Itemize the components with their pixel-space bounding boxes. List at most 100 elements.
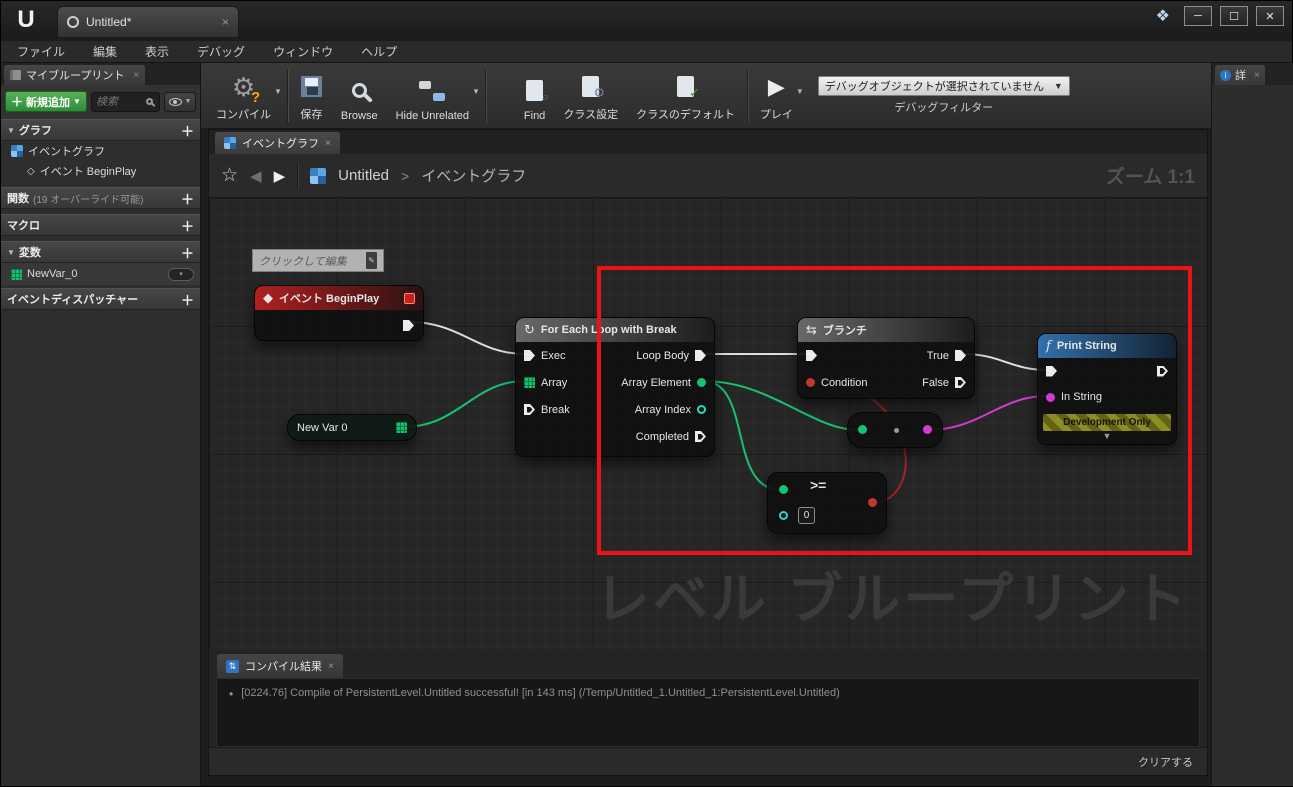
plus-icon: ＋	[11, 95, 24, 109]
tree-item-begin-play[interactable]: ◇ イベント BeginPlay	[1, 161, 200, 181]
maximize-button[interactable]: ☐	[1220, 6, 1248, 26]
add-new-button[interactable]: ＋ 新規追加 ▼	[5, 91, 87, 112]
compile-log[interactable]: • [0224.76] Compile of PersistentLevel.U…	[216, 678, 1200, 747]
my-blueprint-tab[interactable]: マイブループリント ×	[4, 65, 146, 85]
highlight-rectangle	[597, 266, 1192, 555]
nav-forward-icon[interactable]: ▶	[274, 167, 286, 185]
blueprint-toolbar: ⚙? コンパイル ▼ 保存 Browse Hide Unrelated ▼ ⌕ …	[201, 63, 1211, 129]
book-icon	[10, 70, 21, 80]
array-output-pin[interactable]	[396, 422, 407, 433]
graph-document: イベントグラフ × ☆ ◀ ▶ Untitled > イベントグラフ ズーム 1…	[208, 129, 1208, 776]
chevron-down-icon: ▼	[184, 98, 192, 105]
tree-item-event-graph[interactable]: イベントグラフ	[1, 141, 200, 161]
comment-edit-box[interactable]: クリックして編集 ✎	[252, 249, 384, 272]
add-variable-icon[interactable]: ＋	[181, 243, 194, 262]
loop-icon: ↻	[524, 322, 535, 337]
functions-override-hint: (19 オーバーライド可能)	[33, 194, 144, 206]
menu-item-help[interactable]: ヘルプ	[361, 43, 397, 60]
add-function-icon[interactable]: ＋	[181, 189, 194, 208]
exec-output-pin[interactable]	[403, 320, 414, 331]
separator	[297, 162, 299, 189]
section-graphs[interactable]: ▼ グラフ ＋	[1, 119, 200, 141]
nav-back-icon[interactable]: ◀	[250, 167, 262, 185]
visibility-filter-button[interactable]: ▼	[164, 91, 196, 112]
search-input[interactable]	[95, 95, 146, 108]
collapse-caret-icon[interactable]: ▼	[7, 248, 15, 257]
compile-button[interactable]: ⚙? コンパイル	[207, 67, 280, 125]
array-input-pin[interactable]	[524, 377, 535, 388]
minimize-button[interactable]: ─	[1184, 6, 1212, 26]
section-functions-label: 関数	[7, 193, 29, 205]
section-macros-label: マクロ	[7, 220, 40, 232]
menu-item-debug[interactable]: デバッグ	[197, 43, 245, 60]
class-defaults-icon: ✓	[676, 76, 700, 100]
tab-close-icon[interactable]: ×	[325, 138, 331, 149]
collapse-caret-icon[interactable]: ▼	[7, 126, 15, 135]
blueprint-search[interactable]	[90, 91, 160, 112]
compile-results-tab-row: ⇅ コンパイル結果 ×	[209, 650, 1207, 678]
add-graph-icon[interactable]: ＋	[181, 121, 194, 140]
menu-item-window[interactable]: ウィンドウ	[273, 43, 333, 60]
notification-icon[interactable]: ❖	[1156, 6, 1170, 26]
panel-close-icon[interactable]: ×	[133, 70, 139, 81]
event-diamond-icon: ◇	[27, 165, 35, 177]
section-functions[interactable]: 関数 (19 オーバーライド可能) ＋	[1, 187, 200, 209]
menu-item-file[interactable]: ファイル	[17, 43, 65, 60]
add-dispatcher-icon[interactable]: ＋	[181, 290, 194, 309]
node-get-newvar[interactable]: New Var 0	[287, 414, 417, 441]
tab-close-icon[interactable]: ×	[222, 15, 229, 29]
add-macro-icon[interactable]: ＋	[181, 216, 194, 235]
event-graph-label: イベントグラフ	[28, 146, 105, 158]
tree-item-newvar[interactable]: NewVar_0 ▾	[1, 263, 200, 285]
hide-unrelated-button[interactable]: Hide Unrelated	[387, 67, 478, 125]
compile-results-tab-label: コンパイル結果	[245, 661, 322, 673]
compile-results-tab[interactable]: ⇅ コンパイル結果 ×	[217, 654, 343, 678]
info-circle-icon: i	[1220, 69, 1231, 81]
details-close-icon[interactable]: ×	[1254, 70, 1260, 81]
newvar-label: NewVar_0	[27, 268, 78, 280]
menu-item-edit[interactable]: 編集	[93, 43, 117, 60]
tab-close-icon[interactable]: ×	[328, 661, 334, 672]
breadcrumb-leaf[interactable]: イベントグラフ	[421, 165, 526, 186]
title-bar: U Untitled* × ❖ ─ ☐ ✕	[1, 1, 1292, 41]
graph-icon	[11, 145, 23, 157]
my-blueprint-panel: マイブループリント × ＋ 新規追加 ▼ ▼ ▼ グラフ ＋	[1, 63, 201, 786]
class-settings-label: クラス設定	[563, 108, 619, 121]
event-graph-canvas[interactable]: レベル ブループリント クリックして編集 ✎ ◆ イベント BeginPlay …	[209, 198, 1207, 650]
exec-input-pin[interactable]	[524, 350, 535, 361]
section-macros[interactable]: マクロ ＋	[1, 214, 200, 236]
favorite-star-icon[interactable]: ☆	[221, 164, 238, 187]
clear-log-button[interactable]: クリアする	[1138, 754, 1193, 770]
class-defaults-button[interactable]: ✓ クラスのデフォルト	[627, 67, 744, 125]
blueprint-icon	[310, 167, 327, 184]
variable-default-pill[interactable]: ▾	[168, 267, 194, 281]
find-button[interactable]: ⌕ Find	[515, 67, 554, 125]
window-document-tab[interactable]: Untitled* ×	[57, 6, 239, 37]
breadcrumb-root[interactable]: Untitled	[338, 167, 389, 184]
section-event-dispatchers[interactable]: イベントディスパッチャー ＋	[1, 288, 200, 310]
node-event-beginplay[interactable]: ◆ イベント BeginPlay	[254, 285, 424, 341]
class-settings-button[interactable]: ⚙ クラス設定	[554, 67, 627, 125]
debug-object-select[interactable]: デバッグオブジェクトが選択されていません ▼	[817, 76, 1070, 96]
play-button[interactable]: ▶ プレイ	[751, 67, 802, 125]
close-button[interactable]: ✕	[1256, 6, 1284, 26]
save-label: 保存	[300, 108, 323, 121]
details-tab[interactable]: i 詳 ×	[1215, 65, 1265, 85]
class-settings-icon: ⚙	[582, 76, 605, 100]
break-input-pin[interactable]	[524, 404, 535, 415]
graph-breadcrumb-bar: ☆ ◀ ▶ Untitled > イベントグラフ ズーム 1:1	[209, 154, 1207, 198]
browse-button[interactable]: Browse	[332, 67, 387, 125]
menu-bar: ファイル 編集 表示 デバッグ ウィンドウ ヘルプ	[1, 41, 1292, 63]
event-graph-tab[interactable]: イベントグラフ ×	[215, 132, 340, 154]
section-dispatchers-label: イベントディスパッチャー	[7, 294, 139, 306]
array-pin-label: Array	[541, 376, 568, 389]
save-button[interactable]: 保存	[291, 67, 332, 125]
class-defaults-label: クラスのデフォルト	[636, 108, 735, 121]
compile-log-message: [0224.76] Compile of PersistentLevel.Unt…	[241, 687, 840, 699]
save-icon	[299, 75, 323, 98]
menu-item-view[interactable]: 表示	[145, 43, 169, 60]
comment-pin-icon[interactable]: ✎	[366, 252, 377, 269]
details-strip: i 詳 ×	[1211, 63, 1293, 786]
section-variables[interactable]: ▼ 変数 ＋	[1, 241, 200, 263]
find-icon: ⌕	[526, 80, 549, 104]
